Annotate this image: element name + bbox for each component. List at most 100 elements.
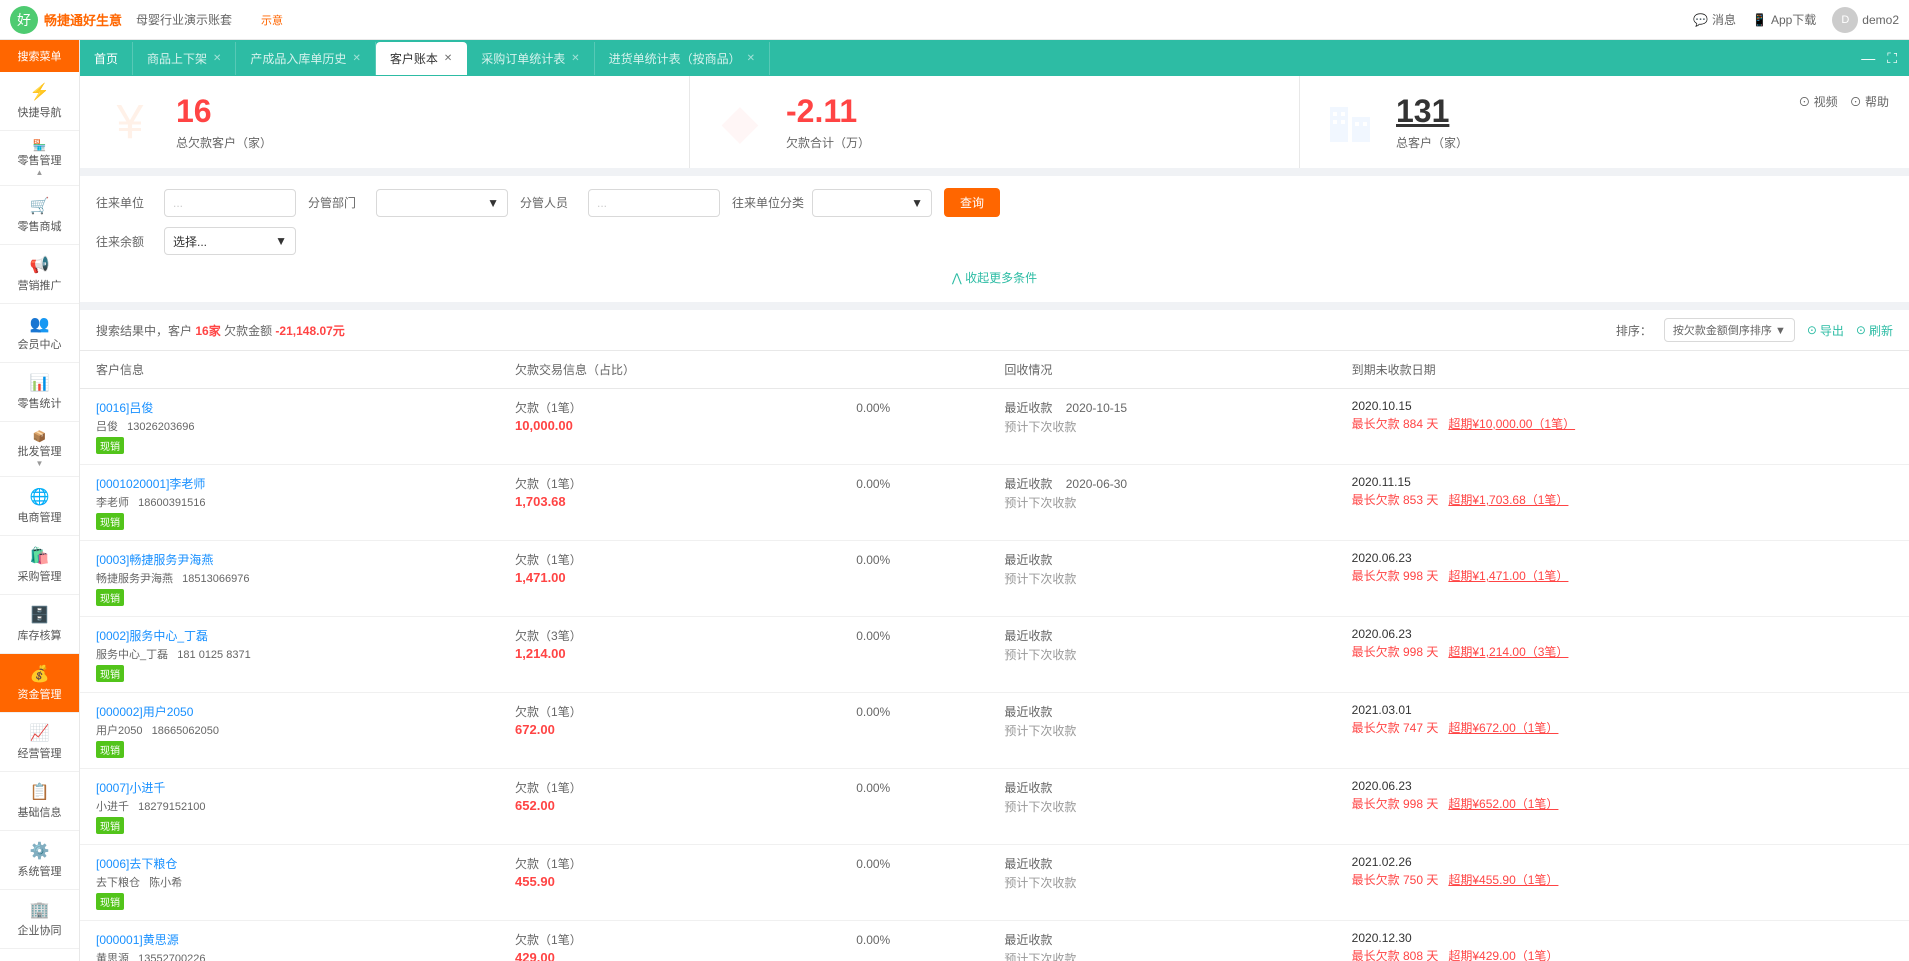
stat-card-1-info: 16 总欠款客户（家） bbox=[176, 93, 272, 151]
customer-name-link[interactable]: [0006]去下粮仓 bbox=[96, 857, 177, 871]
cell-recovery-4: 最近收款 预计下次收款 bbox=[988, 693, 1335, 769]
table-row: [0016]吕俊 吕俊 13026203696 现销 欠款（1笔） 10,000… bbox=[80, 389, 1909, 465]
sidebar-search[interactable]: 搜索菜单 bbox=[0, 40, 79, 72]
stat-label-debt-customers: 总欠款客户（家） bbox=[176, 134, 272, 151]
sidebar-item-guide[interactable]: 📖 新手引导 bbox=[0, 949, 79, 961]
results-info: 搜索结果中，客户 16家 欠款金额 -21,148.07元 bbox=[96, 322, 345, 339]
sidebar-item-finance[interactable]: 💰 资金管理 bbox=[0, 654, 79, 713]
overdue-days: 最长欠款 808 天 超期¥429.00（1笔） bbox=[1352, 947, 1893, 961]
sidebar-item-ops[interactable]: 📈 经营管理 bbox=[0, 713, 79, 772]
help-btn[interactable]: ⊙ 帮助 bbox=[1850, 93, 1889, 110]
stat-card-debt-customers: ¥ 16 总欠款客户（家） bbox=[80, 76, 690, 168]
tab-purchase-stats[interactable]: 采购订单统计表 ✕ bbox=[467, 42, 594, 75]
filter-dept-label: 分管部门 bbox=[308, 194, 368, 211]
close-icon[interactable]: ✕ bbox=[352, 53, 360, 64]
debt-percent: 0.00% bbox=[856, 857, 972, 871]
overdue-date: 2020.06.23 bbox=[1352, 627, 1893, 641]
sidebar-item-quick-nav[interactable]: ⚡ 快捷导航 bbox=[0, 72, 79, 131]
customer-phone: 去下粮仓 陈小希 bbox=[96, 874, 483, 890]
stat-value-debt-customers: 16 bbox=[176, 93, 272, 130]
customer-phone: 小进千 18279152100 bbox=[96, 798, 483, 814]
tab-production-history[interactable]: 产成品入库单历史 ✕ bbox=[236, 42, 375, 75]
cell-percent-4: 0.00% bbox=[840, 693, 988, 769]
next-payment: 预计下次收款 bbox=[1004, 722, 1319, 739]
sidebar-item-retail-stats[interactable]: 📊 零售统计 bbox=[0, 363, 79, 422]
customer-name-link[interactable]: [000001]黄思源 bbox=[96, 933, 179, 947]
sidebar-item-system[interactable]: ⚙️ 系统管理 bbox=[0, 831, 79, 890]
overdue-link[interactable]: 超期¥1,703.68（1笔） bbox=[1448, 493, 1568, 507]
sort-select[interactable]: 按欠款金额倒序排序 ▼ bbox=[1664, 318, 1795, 342]
overdue-link[interactable]: 超期¥429.00（1笔） bbox=[1448, 949, 1558, 961]
last-payment: 最近收款 bbox=[1004, 627, 1319, 644]
main: 首页 商品上下架 ✕ 产成品入库单历史 ✕ 客户账本 ✕ 采购订单统计表 ✕ 进… bbox=[80, 40, 1909, 961]
close-icon[interactable]: ✕ bbox=[747, 53, 755, 64]
cell-customer-4: [000002]用户2050 用户2050 18665062050 现销 bbox=[80, 693, 499, 769]
customer-phone: 畅捷服务尹海燕 18513066976 bbox=[96, 570, 483, 586]
video-btn[interactable]: ⊙ 视频 bbox=[1798, 93, 1837, 110]
sidebar-item-ecommerce[interactable]: 🌐 电商管理 bbox=[0, 477, 79, 536]
results-bar: 搜索结果中，客户 16家 欠款金额 -21,148.07元 排序： 按欠款金额倒… bbox=[80, 310, 1909, 351]
overdue-date: 2020.11.15 bbox=[1352, 475, 1893, 489]
sidebar-item-member[interactable]: 👥 会员中心 bbox=[0, 304, 79, 363]
supplier-input[interactable]: ... bbox=[164, 189, 296, 217]
customer-name-link[interactable]: [0016]吕俊 bbox=[96, 401, 153, 415]
sidebar-item-enterprise[interactable]: 🏢 企业协同 bbox=[0, 890, 79, 949]
tab-bar-actions: — ⛶ bbox=[1857, 48, 1909, 69]
overdue-link[interactable]: 超期¥652.00（1笔） bbox=[1448, 797, 1558, 811]
category-select[interactable]: ▼ bbox=[812, 189, 932, 217]
sidebar-item-retail-mgmt[interactable]: 🏪 零售管理 ▲ bbox=[0, 131, 79, 186]
debt-count: 欠款（1笔） bbox=[515, 551, 824, 568]
tab-products[interactable]: 商品上下架 ✕ bbox=[133, 42, 236, 75]
overdue-link[interactable]: 超期¥672.00（1笔） bbox=[1448, 721, 1558, 735]
col-header-recovery: 回收情况 bbox=[988, 351, 1335, 389]
person-input[interactable]: ... bbox=[588, 189, 720, 217]
customer-name-link[interactable]: [0001020001]李老师 bbox=[96, 477, 205, 491]
customer-name-link[interactable]: [0003]畅捷服务尹海燕 bbox=[96, 553, 213, 567]
table-row: [0002]服务中心_丁磊 服务中心_丁磊 181 0125 8371 现销 欠… bbox=[80, 617, 1909, 693]
customer-name-link[interactable]: [000002]用户2050 bbox=[96, 705, 193, 719]
customer-name-link[interactable]: [0002]服务中心_丁磊 bbox=[96, 629, 208, 643]
app-download-btn[interactable]: 📱 App下载 bbox=[1752, 11, 1816, 28]
close-icon[interactable]: ✕ bbox=[571, 53, 579, 64]
dept-select[interactable]: ▼ bbox=[376, 189, 508, 217]
user-menu[interactable]: D demo2 bbox=[1832, 7, 1899, 33]
cell-percent-3: 0.00% bbox=[840, 617, 988, 693]
close-icon[interactable]: ✕ bbox=[444, 53, 452, 64]
overdue-link[interactable]: 超期¥1,214.00（3笔） bbox=[1448, 645, 1568, 659]
customer-name-link[interactable]: [0007]小进千 bbox=[96, 781, 165, 795]
search-button[interactable]: 查询 bbox=[944, 188, 1000, 217]
sidebar-item-purchase[interactable]: 🛍️ 采购管理 bbox=[0, 536, 79, 595]
tab-maximize-btn[interactable]: ⛶ bbox=[1883, 48, 1901, 69]
balance-select[interactable]: 选择... ▼ bbox=[164, 227, 296, 255]
overdue-link[interactable]: 超期¥455.90（1笔） bbox=[1448, 873, 1558, 887]
debt-amount: 1,214.00 bbox=[515, 646, 824, 661]
collapse-row[interactable]: ⋀ 收起更多条件 bbox=[96, 265, 1893, 290]
overdue-link[interactable]: 超期¥1,471.00（1笔） bbox=[1448, 569, 1568, 583]
export-btn[interactable]: ⊙ 导出 bbox=[1807, 322, 1844, 339]
sidebar-item-basic-info[interactable]: 📋 基础信息 bbox=[0, 772, 79, 831]
cell-debt-7: 欠款（1笔） 429.00 bbox=[499, 921, 840, 961]
debt-amount: 455.90 bbox=[515, 874, 824, 889]
overdue-link[interactable]: 超期¥10,000.00（1笔） bbox=[1448, 417, 1575, 431]
cell-overdue-0: 2020.10.15 最长欠款 884 天 超期¥10,000.00（1笔） bbox=[1336, 389, 1909, 465]
tab-import-stats[interactable]: 进货单统计表（按商品） ✕ bbox=[595, 42, 770, 75]
results-actions: 排序： 按欠款金额倒序排序 ▼ ⊙ 导出 ⊙ 刷新 bbox=[1616, 318, 1893, 342]
sidebar-item-inventory[interactable]: 🗄️ 库存核算 bbox=[0, 595, 79, 654]
store-select[interactable]: 母婴行业演示账套 bbox=[130, 11, 253, 29]
tab-minimize-btn[interactable]: — bbox=[1857, 48, 1879, 68]
message-btn[interactable]: 💬 消息 bbox=[1693, 11, 1736, 28]
close-icon[interactable]: ✕ bbox=[213, 53, 221, 64]
cell-debt-3: 欠款（3笔） 1,214.00 bbox=[499, 617, 840, 693]
sidebar-item-retail-mall[interactable]: 🛒 零售商城 bbox=[0, 186, 79, 245]
sidebar-item-batch-mgmt[interactable]: 📦 批发管理 ▼ bbox=[0, 422, 79, 477]
sidebar-item-marketing[interactable]: 📢 营销推广 bbox=[0, 245, 79, 304]
overdue-date: 2020.06.23 bbox=[1352, 551, 1893, 565]
cell-customer-0: [0016]吕俊 吕俊 13026203696 现销 bbox=[80, 389, 499, 465]
tab-home[interactable]: 首页 bbox=[80, 42, 133, 75]
cell-debt-1: 欠款（1笔） 1,703.68 bbox=[499, 465, 840, 541]
table-row: [0006]去下粮仓 去下粮仓 陈小希 现销 欠款（1笔） 455.90 0.0… bbox=[80, 845, 1909, 921]
stat-card-2-info: -2.11 欠款合计（万） bbox=[786, 93, 870, 151]
tab-customer-account[interactable]: 客户账本 ✕ bbox=[376, 42, 467, 75]
refresh-btn[interactable]: ⊙ 刷新 bbox=[1856, 322, 1893, 339]
filter-row-1: 往来单位 ... 分管部门 ▼ 分管人员 bbox=[96, 188, 1893, 217]
